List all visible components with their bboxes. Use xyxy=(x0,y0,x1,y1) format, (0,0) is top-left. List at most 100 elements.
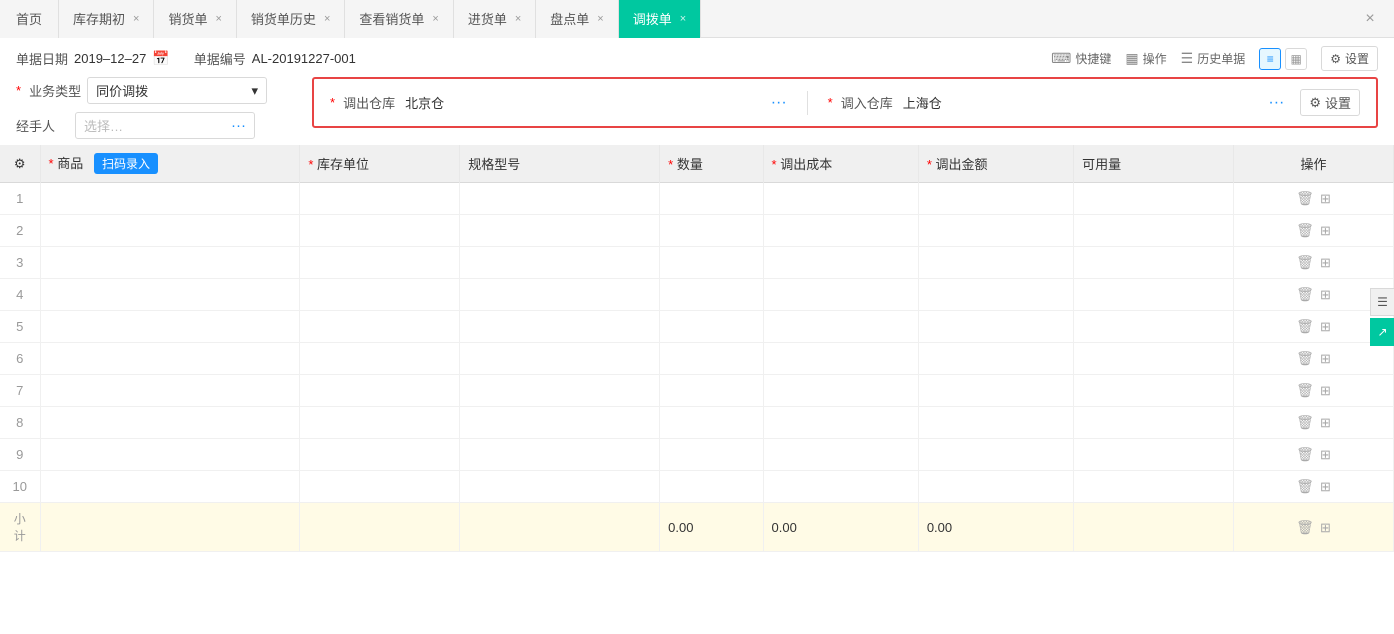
amount-cell[interactable] xyxy=(918,247,1073,279)
to-warehouse-dots-icon[interactable]: ··· xyxy=(1268,94,1284,112)
qty-cell[interactable] xyxy=(660,247,763,279)
cost-cell[interactable] xyxy=(763,279,918,311)
list-view-btn[interactable]: ≡ xyxy=(1259,48,1281,70)
copy-icon[interactable]: ⊞ xyxy=(1320,520,1331,535)
delete-icon[interactable]: 🗑 xyxy=(1296,478,1314,494)
window-close-button[interactable]: × xyxy=(1356,5,1384,33)
tab-purchase-order-close[interactable]: × xyxy=(515,13,521,25)
delete-icon[interactable]: 🗑 xyxy=(1296,446,1314,462)
cost-cell[interactable] xyxy=(763,471,918,503)
amount-cell[interactable]: 0.00 xyxy=(918,503,1073,552)
tab-sales-history[interactable]: 销货单历史 × xyxy=(237,0,345,38)
shortcut-button[interactable]: ⌨ 快捷键 xyxy=(1051,50,1111,67)
amount-cell[interactable] xyxy=(918,407,1073,439)
grid-view-btn[interactable]: ▦ xyxy=(1285,48,1307,70)
tab-purchase-order[interactable]: 进货单 × xyxy=(454,0,536,38)
cost-cell[interactable] xyxy=(763,439,918,471)
copy-icon[interactable]: ⊞ xyxy=(1320,223,1331,238)
operation-button[interactable]: ▦ 操作 xyxy=(1125,50,1166,67)
qty-cell[interactable] xyxy=(660,215,763,247)
cost-cell[interactable] xyxy=(763,215,918,247)
settings-button[interactable]: ⚙ 设置 xyxy=(1321,46,1378,71)
tab-sales-order[interactable]: 销货单 × xyxy=(154,0,236,38)
tab-sales-order-close[interactable]: × xyxy=(215,13,221,25)
note-float-button[interactable]: ☰ xyxy=(1370,288,1394,316)
cost-cell[interactable] xyxy=(763,183,918,215)
tab-transfer-close[interactable]: × xyxy=(680,13,686,25)
delete-icon[interactable]: 🗑 xyxy=(1296,350,1314,366)
cost-cell[interactable] xyxy=(763,407,918,439)
amount-cell[interactable] xyxy=(918,343,1073,375)
qty-cell[interactable]: 0.00 xyxy=(660,503,763,552)
tab-stocktake-close[interactable]: × xyxy=(597,13,603,25)
product-cell[interactable] xyxy=(40,279,300,311)
product-cell[interactable] xyxy=(40,247,300,279)
cost-cell[interactable] xyxy=(763,247,918,279)
copy-icon[interactable]: ⊞ xyxy=(1320,319,1331,334)
history-button[interactable]: ☰ 历史单据 xyxy=(1181,50,1246,67)
amount-cell[interactable] xyxy=(918,279,1073,311)
product-cell[interactable] xyxy=(40,439,300,471)
handler-dots-icon[interactable]: ··· xyxy=(231,117,246,134)
qty-cell[interactable] xyxy=(660,311,763,343)
qty-cell[interactable] xyxy=(660,471,763,503)
copy-icon[interactable]: ⊞ xyxy=(1320,447,1331,462)
qty-cell[interactable] xyxy=(660,183,763,215)
product-cell[interactable] xyxy=(40,311,300,343)
product-cell[interactable] xyxy=(40,343,300,375)
delete-icon[interactable]: 🗑 xyxy=(1296,382,1314,398)
delete-icon[interactable]: 🗑 xyxy=(1296,286,1314,302)
tab-sales-history-close[interactable]: × xyxy=(324,13,330,25)
tab-stocktake[interactable]: 盘点单 × xyxy=(536,0,618,38)
qty-cell[interactable] xyxy=(660,407,763,439)
copy-icon[interactable]: ⊞ xyxy=(1320,415,1331,430)
product-cell[interactable] xyxy=(40,471,300,503)
tab-transfer[interactable]: 调拨单 × xyxy=(619,0,701,38)
cost-cell[interactable] xyxy=(763,311,918,343)
amount-cell[interactable] xyxy=(918,311,1073,343)
cost-cell[interactable] xyxy=(763,375,918,407)
delete-icon[interactable]: 🗑 xyxy=(1296,318,1314,334)
calendar-icon[interactable]: 📅 xyxy=(152,50,169,67)
copy-icon[interactable]: ⊞ xyxy=(1320,255,1331,270)
gear-column-header[interactable]: ⚙ xyxy=(0,145,40,183)
product-cell[interactable] xyxy=(40,407,300,439)
biz-type-select[interactable]: 同价调拨 ▾ xyxy=(87,77,267,104)
delete-icon[interactable]: 🗑 xyxy=(1296,519,1314,535)
copy-icon[interactable]: ⊞ xyxy=(1320,191,1331,206)
cost-cell[interactable]: 0.00 xyxy=(763,503,918,552)
handler-select[interactable]: 选择… ··· xyxy=(75,112,255,139)
product-cell[interactable] xyxy=(40,375,300,407)
doc-date-value[interactable]: 2019–12–27 xyxy=(74,51,146,66)
product-cell[interactable] xyxy=(40,183,300,215)
amount-cell[interactable] xyxy=(918,471,1073,503)
scan-barcode-button[interactable]: 扫码录入 xyxy=(94,153,158,174)
copy-icon[interactable]: ⊞ xyxy=(1320,383,1331,398)
qty-cell[interactable] xyxy=(660,343,763,375)
warehouse-settings-button[interactable]: ⚙ 设置 xyxy=(1300,89,1360,116)
delete-icon[interactable]: 🗑 xyxy=(1296,222,1314,238)
export-float-button[interactable]: ↗ xyxy=(1370,318,1394,346)
delete-icon[interactable]: 🗑 xyxy=(1296,254,1314,270)
copy-icon[interactable]: ⊞ xyxy=(1320,479,1331,494)
delete-icon[interactable]: 🗑 xyxy=(1296,414,1314,430)
tab-inventory-init[interactable]: 库存期初 × xyxy=(59,0,154,38)
tab-home[interactable]: 首页 xyxy=(0,0,59,38)
product-cell[interactable] xyxy=(40,503,300,552)
from-warehouse-dots-icon[interactable]: ··· xyxy=(771,94,787,112)
amount-cell[interactable] xyxy=(918,439,1073,471)
delete-icon[interactable]: 🗑 xyxy=(1296,190,1314,206)
tab-inventory-init-close[interactable]: × xyxy=(133,13,139,25)
qty-cell[interactable] xyxy=(660,375,763,407)
qty-cell[interactable] xyxy=(660,279,763,311)
product-cell[interactable] xyxy=(40,215,300,247)
amount-cell[interactable] xyxy=(918,215,1073,247)
tab-view-sales-close[interactable]: × xyxy=(432,13,438,25)
tab-view-sales[interactable]: 查看销货单 × xyxy=(345,0,453,38)
copy-icon[interactable]: ⊞ xyxy=(1320,351,1331,366)
cost-cell[interactable] xyxy=(763,343,918,375)
amount-cell[interactable] xyxy=(918,375,1073,407)
copy-icon[interactable]: ⊞ xyxy=(1320,287,1331,302)
qty-cell[interactable] xyxy=(660,439,763,471)
amount-cell[interactable] xyxy=(918,183,1073,215)
